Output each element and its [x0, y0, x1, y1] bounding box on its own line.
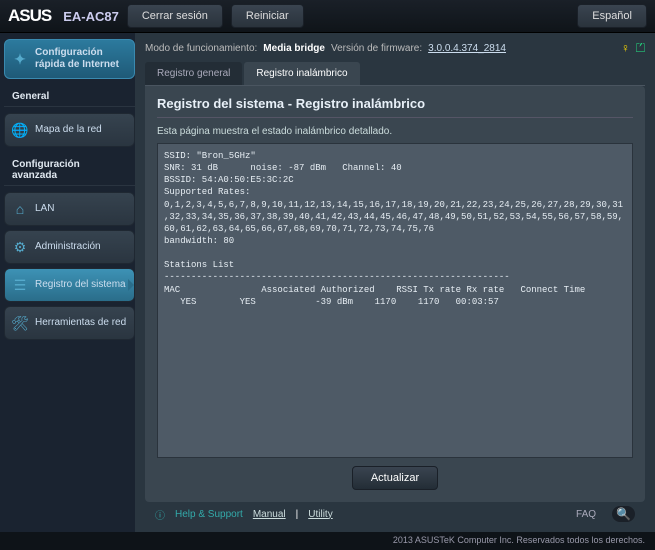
sidebar: ✦ Configuración rápida de Internet Gener…: [0, 33, 135, 532]
tabs: Registro general Registro inalámbrico: [145, 62, 645, 86]
gear-icon: ⚙: [11, 238, 29, 256]
content-area: Modo de funcionamiento: Media bridge Ver…: [135, 33, 655, 532]
bulb-icon[interactable]: ♀: [621, 41, 630, 56]
utility-link[interactable]: Utility: [308, 509, 332, 520]
manual-link[interactable]: Manual: [253, 509, 286, 520]
sidebar-item-network-tools[interactable]: 🛠 Herramientas de red: [4, 306, 135, 340]
firmware-link[interactable]: 3.0.0.4.374_2814: [428, 43, 506, 54]
sidebar-item-quick-setup[interactable]: ✦ Configuración rápida de Internet: [4, 39, 135, 79]
sidebar-item-admin[interactable]: ⚙ Administración: [4, 230, 135, 264]
language-button[interactable]: Español: [577, 4, 647, 28]
sidebar-item-network-map[interactable]: 🌐 Mapa de la red: [4, 113, 135, 147]
main-area: ✦ Configuración rápida de Internet Gener…: [0, 33, 655, 532]
panel: Registro del sistema - Registro inalámbr…: [145, 86, 645, 502]
sidebar-item-label: Mapa de la red: [35, 124, 102, 136]
tools-icon: 🛠: [11, 314, 29, 332]
brand-logo: ASUS: [8, 6, 51, 26]
status-icons: ♀ ⏍: [621, 41, 645, 56]
sidebar-item-label: Administración: [35, 241, 101, 253]
sidebar-item-label: LAN: [35, 203, 54, 215]
sidebar-item-label: Herramientas de red: [35, 317, 126, 329]
wand-icon: ✦: [11, 50, 29, 68]
tab-wireless-log[interactable]: Registro inalámbrico: [244, 62, 359, 85]
panel-title: Registro del sistema - Registro inalámbr…: [157, 96, 633, 118]
home-icon: ⌂: [11, 200, 29, 218]
sidebar-section-advanced: Configuración avanzada: [4, 153, 135, 186]
sidebar-section-general: General: [4, 85, 135, 107]
sidebar-item-label: Configuración rápida de Internet: [35, 47, 128, 71]
model-name: EA-AC87: [63, 9, 119, 24]
sidebar-item-lan[interactable]: ⌂ LAN: [4, 192, 135, 226]
mode-label: Modo de funcionamiento:: [145, 43, 257, 54]
top-bar: ASUS EA-AC87 Cerrar sesión Reiniciar Esp…: [0, 0, 655, 33]
brand: ASUS EA-AC87: [8, 6, 119, 26]
status-line: Modo de funcionamiento: Media bridge Ver…: [145, 39, 645, 62]
mode-value: Media bridge: [263, 43, 325, 54]
sidebar-item-label: Registro del sistema: [35, 279, 126, 291]
help-support-label: Help & Support: [175, 509, 243, 520]
sidebar-item-system-log[interactable]: ☰ Registro del sistema: [4, 268, 135, 302]
globe-icon: 🌐: [11, 121, 29, 139]
wireless-log-output[interactable]: [157, 143, 633, 458]
faq-link[interactable]: FAQ: [576, 509, 596, 520]
update-row: Actualizar: [157, 458, 633, 492]
reboot-button[interactable]: Reiniciar: [231, 4, 304, 28]
list-icon: ☰: [11, 276, 29, 294]
footer-bar: ⓘ Help & Support Manual | Utility FAQ 🔍: [145, 502, 645, 526]
logout-button[interactable]: Cerrar sesión: [127, 4, 223, 28]
info-icon: ⓘ: [155, 507, 165, 522]
update-button[interactable]: Actualizar: [352, 466, 438, 490]
tab-general-log[interactable]: Registro general: [145, 62, 242, 85]
panel-desc: Esta página muestra el estado inalámbric…: [157, 118, 633, 143]
copyright-bar: 2013 ASUSTeK Computer Inc. Reservados to…: [0, 532, 655, 550]
fw-label: Versión de firmware:: [331, 43, 422, 54]
usb-icon[interactable]: ⏍: [636, 41, 645, 56]
search-icon[interactable]: 🔍: [612, 506, 635, 522]
